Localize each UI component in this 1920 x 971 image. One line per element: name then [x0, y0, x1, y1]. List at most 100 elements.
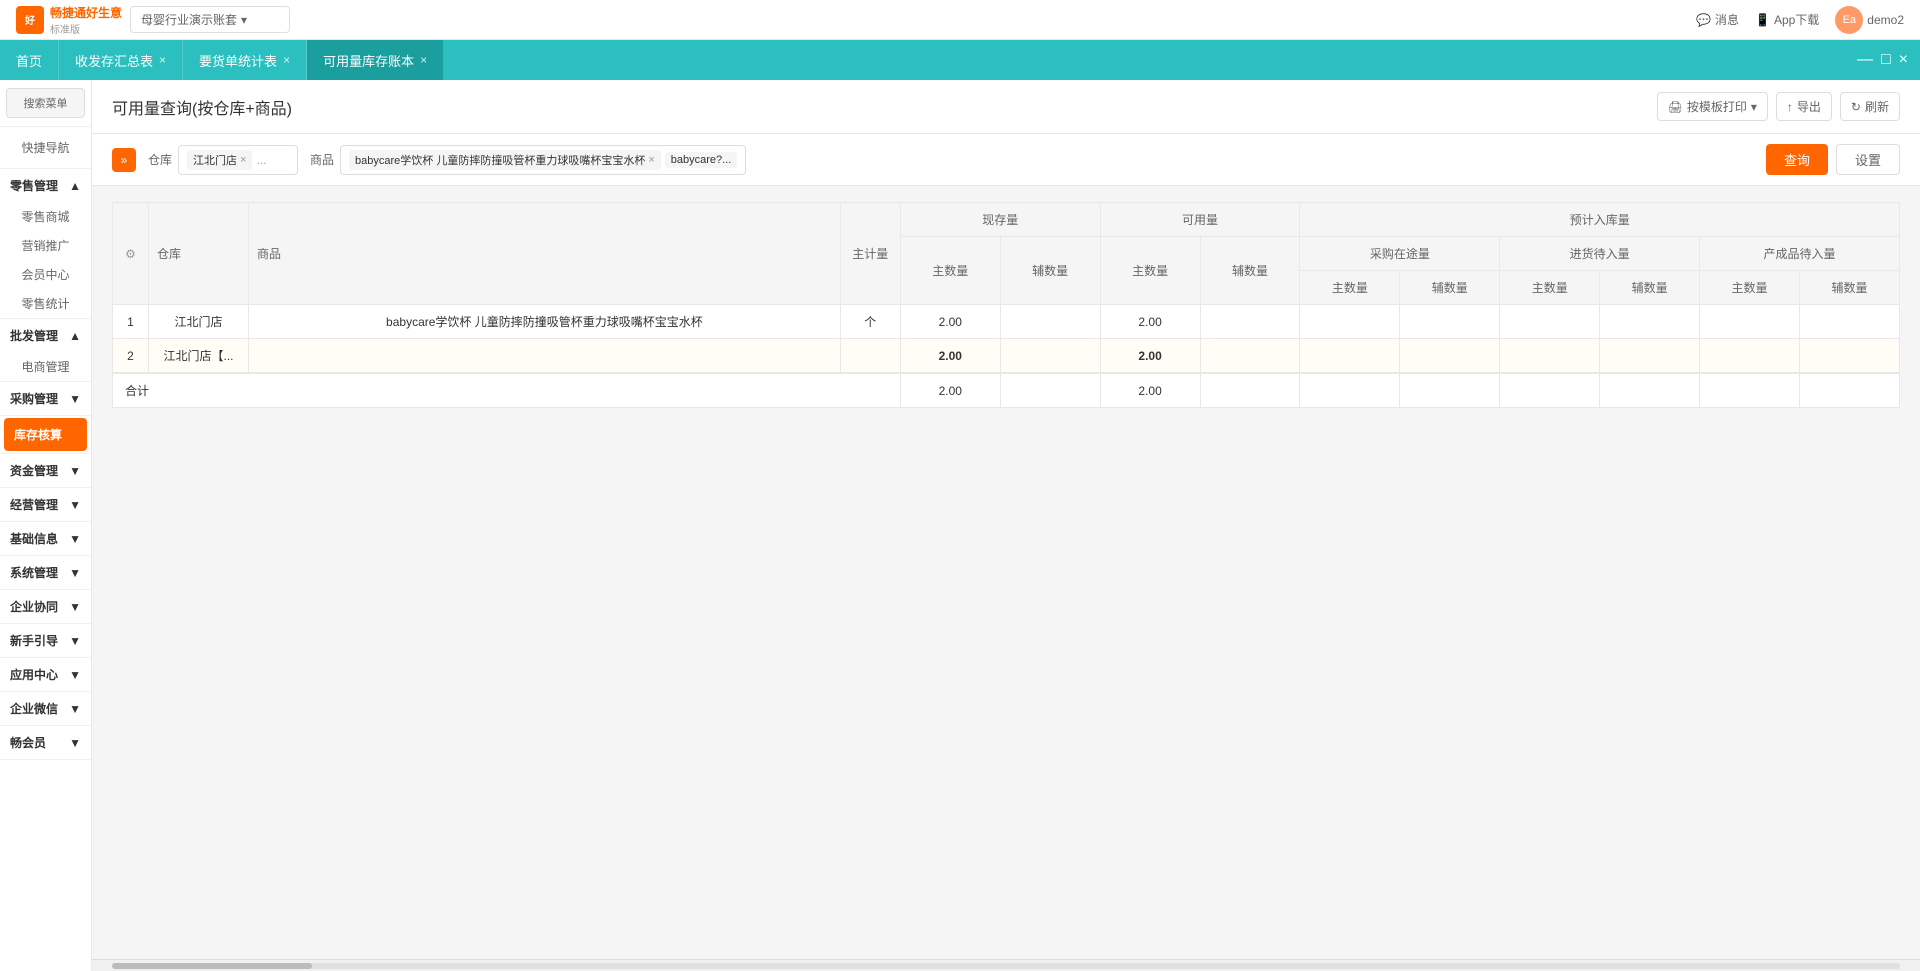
- sidebar-section-retail: 零售管理 ▲ 零售商城 营销推广 会员中心 零售统计: [0, 169, 91, 319]
- table-body: 1 江北门店 babycare学饮杯 儿童防摔防撞吸管杯重力球吸嘴杯宝宝水杯 个…: [113, 305, 1900, 374]
- retail-chevron: ▲: [69, 179, 81, 193]
- sidebar-section-member-title[interactable]: 畅会员 ▼: [0, 726, 91, 759]
- current-main-qty-header: 主数量: [900, 237, 1000, 305]
- tab-summary-close[interactable]: ×: [159, 53, 166, 67]
- sidebar-section-basics-title[interactable]: 基础信息 ▼: [0, 522, 91, 555]
- logo-area: 好 畅捷通好生意 标准版: [16, 4, 122, 36]
- close-btn[interactable]: ×: [1899, 51, 1908, 69]
- query-btn[interactable]: 查询: [1766, 144, 1828, 175]
- row-2-current-main: 2.00: [900, 339, 1000, 374]
- sidebar-section-wechat-title[interactable]: 企业微信 ▼: [0, 692, 91, 725]
- setting-btn[interactable]: 设置: [1836, 144, 1900, 175]
- total-current-main: 2.00: [900, 373, 1000, 408]
- settings-col-header[interactable]: ⚙: [113, 203, 149, 305]
- settings-icon[interactable]: ⚙: [125, 247, 136, 261]
- sidebar-search-area: 搜索菜单: [0, 80, 91, 127]
- total-production-aux: [1799, 373, 1899, 408]
- tab-order-stats[interactable]: 要货单统计表 ×: [183, 40, 307, 80]
- sidebar-section-apps-title[interactable]: 应用中心 ▼: [0, 658, 91, 691]
- sidebar-item-marketing[interactable]: 营销推广: [0, 231, 91, 260]
- export-btn[interactable]: ↑ 导出: [1776, 92, 1832, 121]
- scrollbar-thumb[interactable]: [112, 963, 312, 969]
- maximize-btn[interactable]: □: [1881, 51, 1891, 69]
- tab-available-stock-close[interactable]: ×: [420, 53, 427, 67]
- row-1-warehouse: 江北门店: [149, 305, 249, 339]
- tab-order-stats-close[interactable]: ×: [283, 53, 290, 67]
- total-inbound-main: [1500, 373, 1600, 408]
- expand-btn[interactable]: »: [112, 148, 136, 172]
- purchase-transit-aux-header: 辅数量: [1400, 271, 1500, 305]
- sidebar-item-retail-mall[interactable]: 零售商城: [0, 202, 91, 231]
- sidebar-section-wholesale-title[interactable]: 批发管理 ▲: [0, 319, 91, 352]
- wechat-label: 企业微信: [10, 700, 58, 717]
- warehouse-more-dots[interactable]: ...: [256, 153, 266, 167]
- warehouse-tag-close[interactable]: ×: [240, 154, 246, 166]
- guide-chevron: ▼: [69, 634, 81, 648]
- purchase-chevron: ▼: [69, 392, 81, 406]
- row-2-current-aux: [1000, 339, 1100, 374]
- retail-label: 零售管理: [10, 177, 58, 194]
- minimize-btn[interactable]: —: [1857, 51, 1873, 69]
- tab-home[interactable]: 首页: [0, 40, 59, 80]
- forecast-header: 预计入库量: [1300, 203, 1900, 237]
- sidebar-section-purchase-title[interactable]: 采购管理 ▼: [0, 382, 91, 415]
- sidebar-quick-nav: 快捷导航: [0, 127, 91, 169]
- product-filter-input[interactable]: babycare学饮杯 儿童防摔防撞吸管杯重力球吸嘴杯宝宝水杯 × babyca…: [340, 145, 746, 175]
- sidebar-section-operations-title[interactable]: 经营管理 ▼: [0, 488, 91, 521]
- warehouse-filter-group: 仓库 江北门店 × ...: [148, 145, 298, 175]
- sidebar-item-membership[interactable]: 会员中心: [0, 260, 91, 289]
- sidebar-section-operations: 经营管理 ▼: [0, 488, 91, 522]
- sidebar-section-guide-title[interactable]: 新手引导 ▼: [0, 624, 91, 657]
- row-1-purchase-main: [1300, 305, 1400, 339]
- tab-summary[interactable]: 收发存汇总表 ×: [59, 40, 183, 80]
- scrollbar-track[interactable]: [112, 963, 1900, 969]
- industry-selector[interactable]: 母婴行业演示账套 ▾: [130, 6, 290, 33]
- filter-actions: 查询 设置: [1766, 144, 1900, 175]
- sidebar-section-retail-title[interactable]: 零售管理 ▲: [0, 169, 91, 202]
- page-header: 可用量查询(按仓库+商品) 🖨 按模板打印 ▾ ↑ 导出 ↻ 刷新: [92, 80, 1920, 134]
- print-template-btn[interactable]: 🖨 按模板打印 ▾: [1657, 92, 1768, 121]
- sidebar-section-system-title[interactable]: 系统管理 ▼: [0, 556, 91, 589]
- tab-available-stock[interactable]: 可用量库存账本 ×: [307, 40, 444, 80]
- row-1-production-aux: [1799, 305, 1899, 339]
- total-current-aux: [1000, 373, 1100, 408]
- table-row: 1 江北门店 babycare学饮杯 儿童防摔防撞吸管杯重力球吸嘴杯宝宝水杯 个…: [113, 305, 1900, 339]
- sidebar-item-retail-stats[interactable]: 零售统计: [0, 289, 91, 318]
- sidebar-section-collab-title[interactable]: 企业协同 ▼: [0, 590, 91, 623]
- sidebar-section-guide: 新手引导 ▼: [0, 624, 91, 658]
- row-1-production-main: [1700, 305, 1800, 339]
- chevron-down-icon: ▾: [241, 13, 247, 27]
- row-1-inbound-aux: [1600, 305, 1700, 339]
- row-2-inbound-aux: [1600, 339, 1700, 374]
- row-2-production-main: [1700, 339, 1800, 374]
- table-container: ⚙ 仓库 商品 主计量 现存量 可用量 预计入库量 主数量 辅数量 主数量 辅数…: [92, 186, 1920, 959]
- user-btn[interactable]: Ea demo2: [1835, 6, 1904, 34]
- operations-chevron: ▼: [69, 498, 81, 512]
- refresh-btn[interactable]: ↻ 刷新: [1840, 92, 1900, 121]
- warehouse-filter-input[interactable]: 江北门店 × ...: [178, 145, 298, 175]
- data-table: ⚙ 仓库 商品 主计量 现存量 可用量 预计入库量 主数量 辅数量 主数量 辅数…: [112, 202, 1900, 408]
- row-1-available-aux: [1200, 305, 1300, 339]
- sidebar-item-ecommerce[interactable]: 电商管理: [0, 352, 91, 381]
- total-row: 合计 2.00 2.00: [113, 373, 1900, 408]
- sidebar-quick-nav-item[interactable]: 快捷导航: [0, 133, 91, 162]
- inventory-label: 库存核算: [14, 426, 62, 443]
- sidebar-section-inventory-title[interactable]: 库存核算: [4, 418, 87, 451]
- row-2-production-aux: [1799, 339, 1899, 374]
- download-btn[interactable]: 📱 App下载: [1755, 11, 1819, 28]
- total-production-main: [1700, 373, 1800, 408]
- sidebar-section-purchase: 采购管理 ▼: [0, 382, 91, 416]
- refresh-label: 刷新: [1865, 98, 1889, 115]
- export-icon: ↑: [1787, 100, 1793, 114]
- message-btn[interactable]: 💬 消息: [1696, 11, 1739, 28]
- content-area: 可用量查询(按仓库+商品) 🖨 按模板打印 ▾ ↑ 导出 ↻ 刷新 »: [92, 80, 1920, 971]
- sidebar-search-btn[interactable]: 搜索菜单: [6, 88, 85, 118]
- total-label: 合计: [113, 373, 901, 408]
- product-tag-1-close[interactable]: ×: [648, 154, 654, 166]
- row-1-current-aux: [1000, 305, 1100, 339]
- nav-spacer: [444, 40, 1845, 80]
- warehouse-tag-text: 江北门店: [193, 152, 237, 168]
- print-label: 按模板打印: [1687, 98, 1747, 115]
- sidebar-section-finance-title[interactable]: 资金管理 ▼: [0, 454, 91, 487]
- finance-label: 资金管理: [10, 462, 58, 479]
